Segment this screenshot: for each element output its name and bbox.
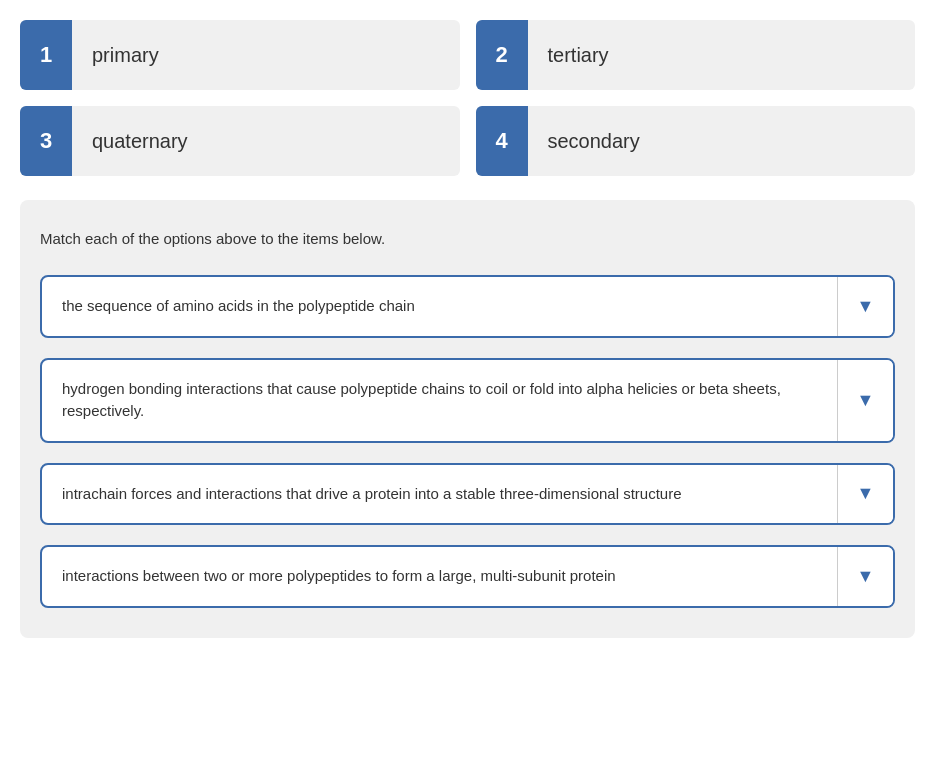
- match-instruction: Match each of the options above to the i…: [40, 230, 895, 247]
- option-number-1: 1: [20, 20, 72, 90]
- match-item-text-1: the sequence of amino acids in the polyp…: [42, 277, 837, 336]
- option-card-2: 2tertiary: [476, 20, 916, 90]
- match-item-dropdown-2[interactable]: ▼: [837, 360, 893, 441]
- options-grid: 1primary2tertiary3quaternary4secondary: [20, 20, 915, 176]
- match-item-2: hydrogen bonding interactions that cause…: [40, 358, 895, 443]
- match-item-3: intrachain forces and interactions that …: [40, 463, 895, 526]
- option-label-2: tertiary: [528, 44, 629, 67]
- match-item-4: interactions between two or more polypep…: [40, 545, 895, 608]
- option-label-4: secondary: [528, 130, 660, 153]
- option-card-1: 1primary: [20, 20, 460, 90]
- option-number-3: 3: [20, 106, 72, 176]
- match-item-dropdown-1[interactable]: ▼: [837, 277, 893, 336]
- match-item-text-3: intrachain forces and interactions that …: [42, 465, 837, 524]
- chevron-down-icon-2: ▼: [857, 390, 875, 411]
- match-item-text-2: hydrogen bonding interactions that cause…: [42, 360, 837, 441]
- match-item-dropdown-3[interactable]: ▼: [837, 465, 893, 524]
- option-card-4: 4secondary: [476, 106, 916, 176]
- match-item-1: the sequence of amino acids in the polyp…: [40, 275, 895, 338]
- chevron-down-icon-1: ▼: [857, 296, 875, 317]
- match-item-dropdown-4[interactable]: ▼: [837, 547, 893, 606]
- option-label-3: quaternary: [72, 130, 208, 153]
- option-number-4: 4: [476, 106, 528, 176]
- chevron-down-icon-4: ▼: [857, 566, 875, 587]
- match-item-text-4: interactions between two or more polypep…: [42, 547, 837, 606]
- match-items-container: the sequence of amino acids in the polyp…: [40, 275, 895, 608]
- match-section: Match each of the options above to the i…: [20, 200, 915, 638]
- option-label-1: primary: [72, 44, 179, 67]
- chevron-down-icon-3: ▼: [857, 483, 875, 504]
- option-number-2: 2: [476, 20, 528, 90]
- option-card-3: 3quaternary: [20, 106, 460, 176]
